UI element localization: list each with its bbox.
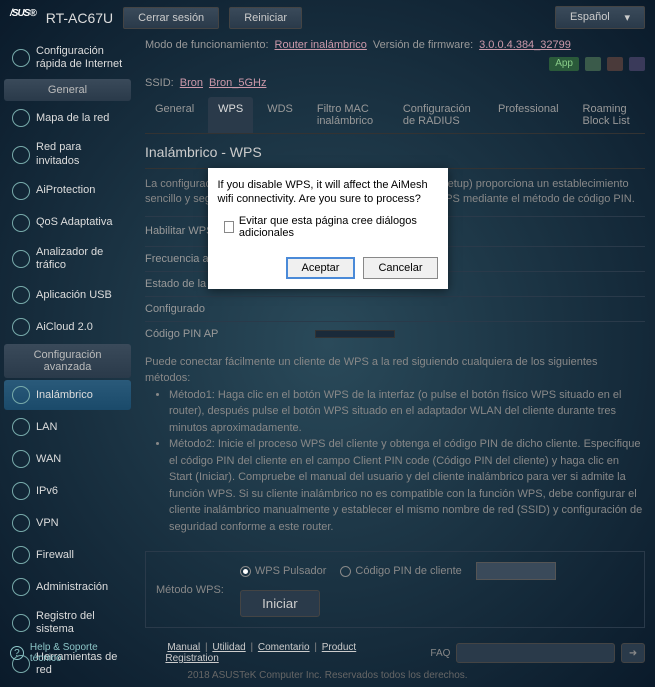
ok-button[interactable]: Aceptar (286, 257, 356, 279)
prevent-dialogs-checkbox[interactable] (224, 221, 234, 233)
dialog-message: If you disable WPS, it will affect the A… (218, 178, 438, 207)
modal-overlay: If you disable WPS, it will affect the A… (0, 0, 655, 687)
prevent-dialogs-label: Evitar que esta página cree diálogos adi… (239, 215, 438, 239)
cancel-button[interactable]: Cancelar (363, 257, 437, 279)
confirm-dialog: If you disable WPS, it will affect the A… (208, 168, 448, 289)
